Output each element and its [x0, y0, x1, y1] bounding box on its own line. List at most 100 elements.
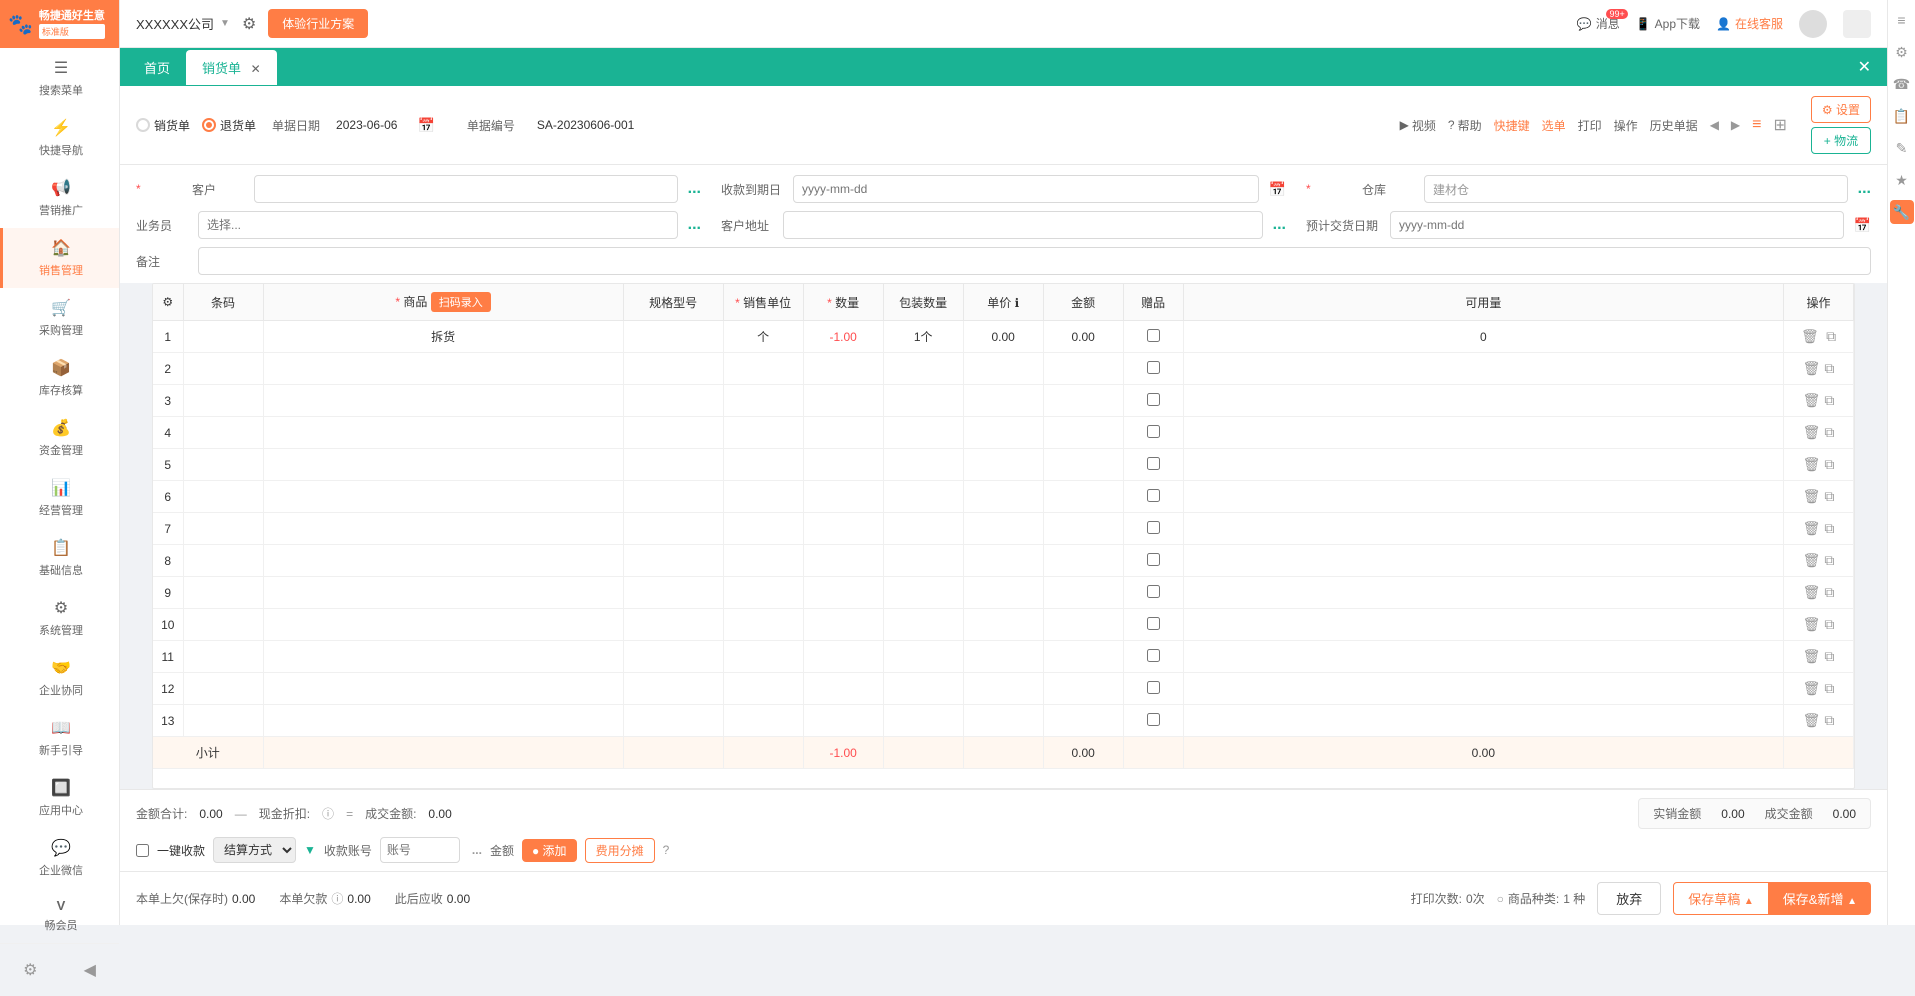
- row-price-1[interactable]: 0.00: [963, 321, 1043, 353]
- warehouse-input[interactable]: [1424, 175, 1848, 203]
- message-button[interactable]: 💬 消息 99+: [1577, 15, 1620, 32]
- right-icon-3[interactable]: ☎: [1890, 72, 1914, 96]
- sidebar-item-guide[interactable]: 📖 新手引导: [0, 708, 119, 768]
- sidebar-settings-icon[interactable]: ⚙: [15, 952, 45, 988]
- sidebar-item-marketing[interactable]: 📢 营销推广: [0, 168, 119, 228]
- save-draft-button[interactable]: 保存草稿 ▲: [1673, 882, 1769, 915]
- right-icon-6[interactable]: ★: [1890, 168, 1914, 192]
- delete-icon[interactable]: 🗑: [1803, 552, 1821, 568]
- row-barcode-1[interactable]: [183, 321, 263, 353]
- row-quantity-1[interactable]: -1.00: [803, 321, 883, 353]
- tab-close-icon[interactable]: ✕: [251, 62, 261, 76]
- copy-icon[interactable]: ⧉: [1824, 392, 1834, 408]
- copy-icon[interactable]: ⧉: [1824, 520, 1834, 536]
- sidebar-item-member[interactable]: V 畅会员: [0, 888, 119, 943]
- delete-icon[interactable]: 🗑: [1803, 680, 1821, 696]
- receivable-date-input[interactable]: [793, 175, 1259, 203]
- settlement-ellipsis[interactable]: ▼: [304, 843, 316, 857]
- salesperson-ellipsis-icon[interactable]: ...: [688, 216, 701, 234]
- video-action[interactable]: ▶ 视频: [1400, 117, 1436, 134]
- copy-icon[interactable]: ⧉: [1824, 552, 1834, 568]
- sidebar-item-wechat[interactable]: 💬 企业微信: [0, 828, 119, 888]
- delete-icon[interactable]: 🗑: [1803, 616, 1821, 632]
- copy-icon[interactable]: ⧉: [1824, 456, 1834, 472]
- sidebar-item-system[interactable]: ⚙ 系统管理: [0, 588, 119, 648]
- table-gear-icon[interactable]: ⚙: [162, 295, 173, 309]
- sidebar-item-operations[interactable]: 📊 经营管理: [0, 468, 119, 528]
- right-icon-7-active[interactable]: 🔧: [1890, 200, 1914, 224]
- expected-delivery-picker-icon[interactable]: 📅: [1854, 217, 1871, 234]
- salesperson-input[interactable]: [198, 211, 678, 239]
- grid-view-icon[interactable]: ⊞: [1774, 115, 1787, 135]
- save-new-button[interactable]: 保存&新增 ▲: [1769, 882, 1871, 915]
- select-action[interactable]: 选单: [1542, 117, 1566, 134]
- tab-sales-order[interactable]: 销货单 ✕: [186, 50, 277, 85]
- delete-icon[interactable]: 🗑: [1803, 360, 1821, 376]
- history-prev-icon[interactable]: ◀: [1710, 118, 1719, 132]
- date-picker-icon[interactable]: 📅: [417, 117, 434, 134]
- copy-icon[interactable]: ⧉: [1824, 488, 1834, 504]
- list-view-icon[interactable]: ≡: [1752, 116, 1761, 134]
- right-icon-2[interactable]: ⚙: [1890, 40, 1914, 64]
- copy-row-icon-1[interactable]: ⧉: [1826, 328, 1836, 344]
- delete-icon[interactable]: 🗑: [1803, 424, 1821, 440]
- customer-input[interactable]: [254, 175, 678, 203]
- history-action[interactable]: 历史单据: [1650, 117, 1698, 134]
- history-next-icon[interactable]: ▶: [1731, 118, 1740, 132]
- customer-address-input[interactable]: [783, 211, 1263, 239]
- operation-action[interactable]: 操作: [1614, 117, 1638, 134]
- delete-icon[interactable]: 🗑: [1803, 456, 1821, 472]
- copy-icon[interactable]: ⧉: [1824, 584, 1834, 600]
- print-action[interactable]: 打印: [1578, 117, 1602, 134]
- copy-icon[interactable]: ⧉: [1824, 680, 1834, 696]
- trial-button[interactable]: 体验行业方案: [268, 9, 368, 38]
- warehouse-ellipsis-icon[interactable]: ...: [1858, 180, 1871, 198]
- delete-icon[interactable]: 🗑: [1803, 488, 1821, 504]
- right-icon-1[interactable]: ≡: [1890, 8, 1914, 32]
- user-avatar[interactable]: [1799, 10, 1827, 38]
- radio-return[interactable]: 退货单: [202, 117, 256, 134]
- sidebar-item-inventory[interactable]: 📦 库存核算: [0, 348, 119, 408]
- sidebar-collapse-icon[interactable]: ◀: [76, 952, 104, 988]
- copy-icon[interactable]: ⧉: [1824, 616, 1834, 632]
- copy-icon[interactable]: ⧉: [1824, 648, 1834, 664]
- copy-icon[interactable]: ⧉: [1824, 712, 1834, 728]
- delete-icon[interactable]: 🗑: [1803, 584, 1821, 600]
- setup-button[interactable]: ⚙ 设置: [1811, 96, 1871, 123]
- remark-input[interactable]: [198, 247, 1871, 275]
- customer-ellipsis-icon[interactable]: ...: [688, 180, 701, 198]
- sidebar-item-purchase[interactable]: 🛒 采购管理: [0, 288, 119, 348]
- app-download-button[interactable]: 📱 App下载: [1636, 15, 1700, 32]
- account-ellipsis-icon[interactable]: ...: [472, 843, 482, 857]
- sidebar-item-sales[interactable]: 🏠 销售管理: [0, 228, 119, 288]
- right-icon-4[interactable]: 📋: [1890, 104, 1914, 128]
- right-icon-5[interactable]: ✎: [1890, 136, 1914, 160]
- expected-delivery-input[interactable]: [1390, 211, 1844, 239]
- row-gift-1[interactable]: [1123, 321, 1183, 353]
- sidebar-item-finance[interactable]: 💰 资金管理: [0, 408, 119, 468]
- sidebar-item-search[interactable]: ☰ 搜索菜单: [0, 48, 119, 108]
- add-payment-button[interactable]: ● 添加: [522, 839, 577, 862]
- delete-icon[interactable]: 🗑: [1803, 520, 1821, 536]
- delete-icon[interactable]: 🗑: [1803, 392, 1821, 408]
- row-spec-1[interactable]: [623, 321, 723, 353]
- topbar-gear-icon[interactable]: ⚙: [242, 14, 256, 34]
- scan-button[interactable]: 扫码录入: [431, 292, 491, 312]
- delete-icon[interactable]: 🗑: [1803, 648, 1821, 664]
- company-selector[interactable]: XXXXXX公司 ▼: [136, 14, 230, 33]
- sidebar-item-enterprise[interactable]: 🤝 企业协同: [0, 648, 119, 708]
- receivable-date-picker-icon[interactable]: 📅: [1269, 181, 1286, 198]
- sidebar-item-appstore[interactable]: 🔲 应用中心: [0, 768, 119, 828]
- user-menu-icon[interactable]: [1843, 10, 1871, 38]
- settlement-method-select[interactable]: 结算方式: [213, 837, 296, 863]
- help-action[interactable]: ? 帮助: [1448, 117, 1482, 134]
- copy-icon[interactable]: ⧉: [1824, 424, 1834, 440]
- radio-sales[interactable]: 销货单: [136, 117, 190, 134]
- delete-row-icon-1[interactable]: 🗑: [1801, 328, 1819, 344]
- abandon-button[interactable]: 放弃: [1597, 882, 1661, 915]
- account-input[interactable]: [380, 837, 460, 863]
- window-close-icon[interactable]: ✕: [1850, 57, 1879, 77]
- shortcut-action[interactable]: 快捷键: [1494, 117, 1530, 134]
- online-service-button[interactable]: 👤 在线客服: [1716, 15, 1783, 32]
- copy-icon[interactable]: ⧉: [1824, 360, 1834, 376]
